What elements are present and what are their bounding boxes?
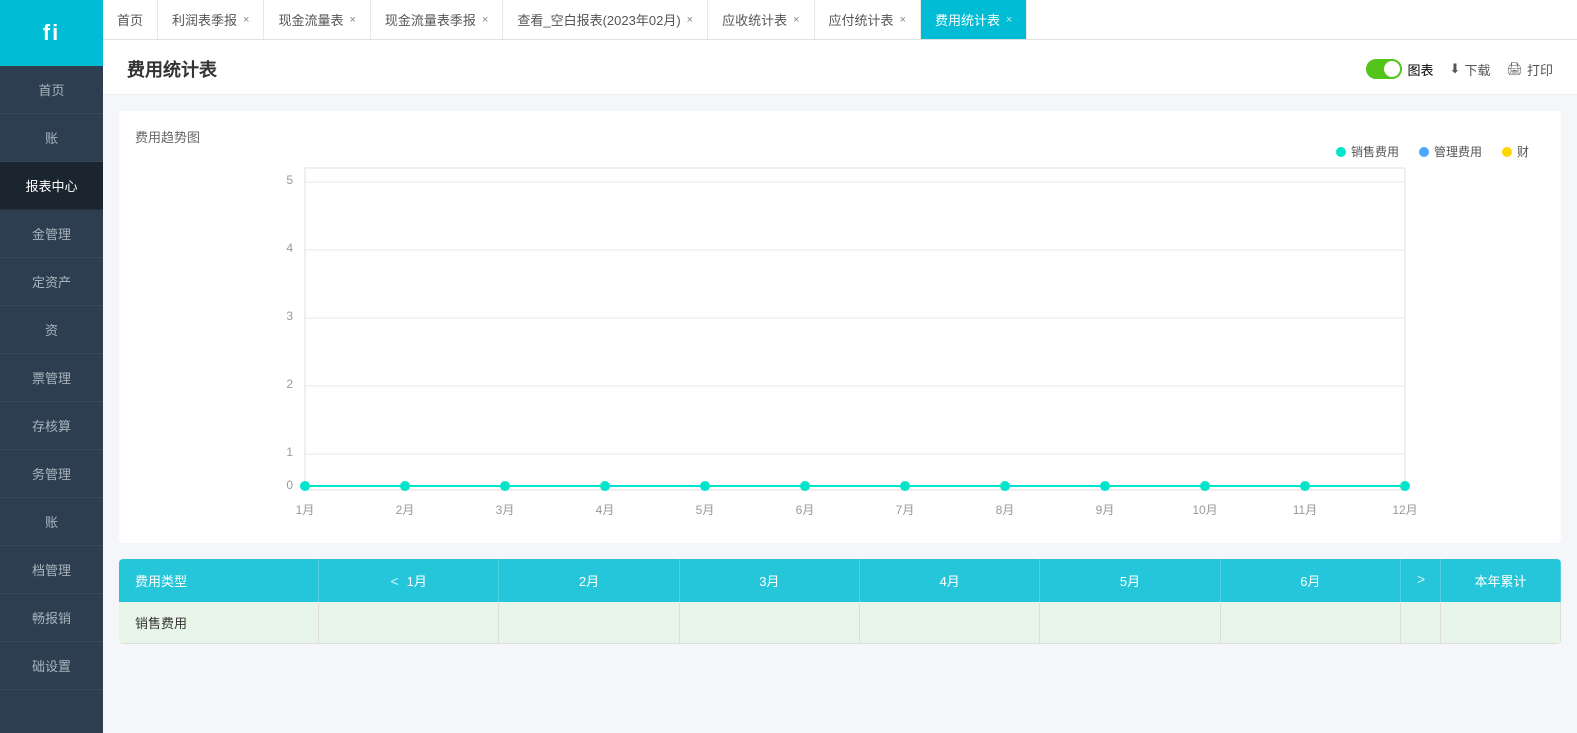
svg-text:11月: 11月 <box>1293 503 1317 517</box>
td-m1 <box>319 602 499 643</box>
td-total <box>1441 602 1561 643</box>
td-nav-spacer <box>1401 602 1441 643</box>
prev-nav-btn[interactable]: < <box>390 573 398 589</box>
sidebar-item-account[interactable]: 账 <box>0 114 103 162</box>
svg-text:3月: 3月 <box>496 503 515 517</box>
tab-payable[interactable]: 应付统计表 × <box>815 0 921 39</box>
sidebar-item-home[interactable]: 首页 <box>0 66 103 114</box>
sidebar-item-invoice[interactable]: 票管理 <box>0 354 103 402</box>
tab-expense[interactable]: 费用统计表 × <box>921 0 1027 39</box>
tab-close-expense[interactable]: × <box>1006 14 1012 26</box>
sidebar-item-affairs[interactable]: 务管理 <box>0 450 103 498</box>
svg-text:6月: 6月 <box>796 503 815 517</box>
svg-text:7月: 7月 <box>896 503 915 517</box>
svg-text:3: 3 <box>286 309 293 323</box>
sidebar-item-report-center[interactable]: 报表中心 <box>0 162 103 210</box>
sidebar-item-inventory[interactable]: 存核算 <box>0 402 103 450</box>
chart-title: 费用趋势图 <box>135 127 1545 146</box>
chart-section: 费用趋势图 销售费用 管理费用 财 <box>119 111 1561 543</box>
td-m6 <box>1221 602 1401 643</box>
td-m5 <box>1040 602 1220 643</box>
table-header: 费用类型 < 1月 2月 3月 4月 5月 6月 > 本年累计 <box>119 559 1561 602</box>
sidebar-item-ledger[interactable]: 账 <box>0 498 103 546</box>
sidebar: fi 首页 账 报表中心 金管理 定资产 资 票管理 存核算 务管理 账 档管理… <box>0 0 103 733</box>
td-m3 <box>680 602 860 643</box>
svg-text:1月: 1月 <box>296 503 315 517</box>
chart-toggle[interactable] <box>1366 59 1402 79</box>
td-type: 销售费用 <box>119 602 319 643</box>
td-m4 <box>860 602 1040 643</box>
tab-close-cashflow-quarterly[interactable]: × <box>482 14 488 26</box>
th-nav-prev[interactable]: < 1月 <box>319 559 499 602</box>
th-nav-next[interactable]: > <box>1401 559 1441 602</box>
svg-text:4月: 4月 <box>596 503 615 517</box>
header-actions: 图表 ⬇ 下载 🖨 打印 <box>1366 59 1553 79</box>
sidebar-item-fixed-assets[interactable]: 定资产 <box>0 258 103 306</box>
chart-svg-wrapper: 5 4 3 2 1 0 <box>135 154 1545 527</box>
tab-profit-quarterly[interactable]: 利润表季报 × <box>158 0 264 39</box>
th-type: 费用类型 <box>119 559 319 602</box>
tab-close-payable[interactable]: × <box>900 14 906 26</box>
svg-text:2月: 2月 <box>396 503 415 517</box>
tab-cashflow-quarterly[interactable]: 现金流量表季报 × <box>371 0 503 39</box>
tab-receivable[interactable]: 应收统计表 × <box>708 0 814 39</box>
tab-cashflow[interactable]: 现金流量表 × <box>264 0 370 39</box>
download-button[interactable]: ⬇ 下载 <box>1450 60 1491 79</box>
page-title: 费用统计表 <box>127 56 217 82</box>
page-header: 费用统计表 图表 ⬇ 下载 🖨 打印 <box>103 40 1577 95</box>
tab-close-profit-quarterly[interactable]: × <box>243 14 249 26</box>
th-month-5: 5月 <box>1040 559 1220 602</box>
td-m2 <box>499 602 679 643</box>
svg-text:8月: 8月 <box>996 503 1015 517</box>
tab-bar: 首页 利润表季报 × 现金流量表 × 现金流量表季报 × 查看_空白报表(202… <box>103 0 1577 40</box>
svg-text:10月: 10月 <box>1192 503 1217 517</box>
sidebar-item-settings[interactable]: 础设置 <box>0 642 103 690</box>
sidebar-item-reimbursement[interactable]: 畅报销 <box>0 594 103 642</box>
sidebar-item-assets[interactable]: 资 <box>0 306 103 354</box>
th-month-4: 4月 <box>860 559 1040 602</box>
sidebar-logo: fi <box>0 0 103 66</box>
chart-toggle-group: 图表 <box>1366 59 1434 79</box>
svg-text:12月: 12月 <box>1392 503 1417 517</box>
svg-text:1: 1 <box>286 445 293 459</box>
chart-svg: 5 4 3 2 1 0 <box>135 154 1545 524</box>
tab-close-cashflow[interactable]: × <box>349 14 355 26</box>
tab-close-blank-report[interactable]: × <box>687 14 693 26</box>
content-area: 费用统计表 图表 ⬇ 下载 🖨 打印 费用趋势图 <box>103 40 1577 733</box>
tab-close-receivable[interactable]: × <box>793 14 799 26</box>
th-month-6: 6月 <box>1221 559 1401 602</box>
tab-home[interactable]: 首页 <box>103 0 158 39</box>
sidebar-item-archive[interactable]: 档管理 <box>0 546 103 594</box>
th-total: 本年累计 <box>1441 559 1561 602</box>
svg-text:5: 5 <box>286 173 293 187</box>
download-icon: ⬇ <box>1450 61 1461 77</box>
print-button[interactable]: 🖨 打印 <box>1506 60 1553 79</box>
th-month-3: 3月 <box>680 559 860 602</box>
chart-toggle-label: 图表 <box>1408 60 1434 79</box>
th-month-2: 2月 <box>499 559 679 602</box>
print-icon: 🖨 <box>1506 61 1523 77</box>
next-nav-btn[interactable]: > <box>1417 571 1425 587</box>
sidebar-item-fund[interactable]: 金管理 <box>0 210 103 258</box>
svg-text:0: 0 <box>286 478 293 492</box>
svg-text:9月: 9月 <box>1096 503 1115 517</box>
table-row: 销售费用 <box>119 602 1561 644</box>
svg-text:5月: 5月 <box>696 503 715 517</box>
svg-text:2: 2 <box>286 377 293 391</box>
tab-blank-report[interactable]: 查看_空白报表(2023年02月) × <box>503 0 708 39</box>
main-area: 首页 利润表季报 × 现金流量表 × 现金流量表季报 × 查看_空白报表(202… <box>103 0 1577 733</box>
svg-text:4: 4 <box>286 241 293 255</box>
table-section: 费用类型 < 1月 2月 3月 4月 5月 6月 > 本年累计 <box>119 559 1561 644</box>
